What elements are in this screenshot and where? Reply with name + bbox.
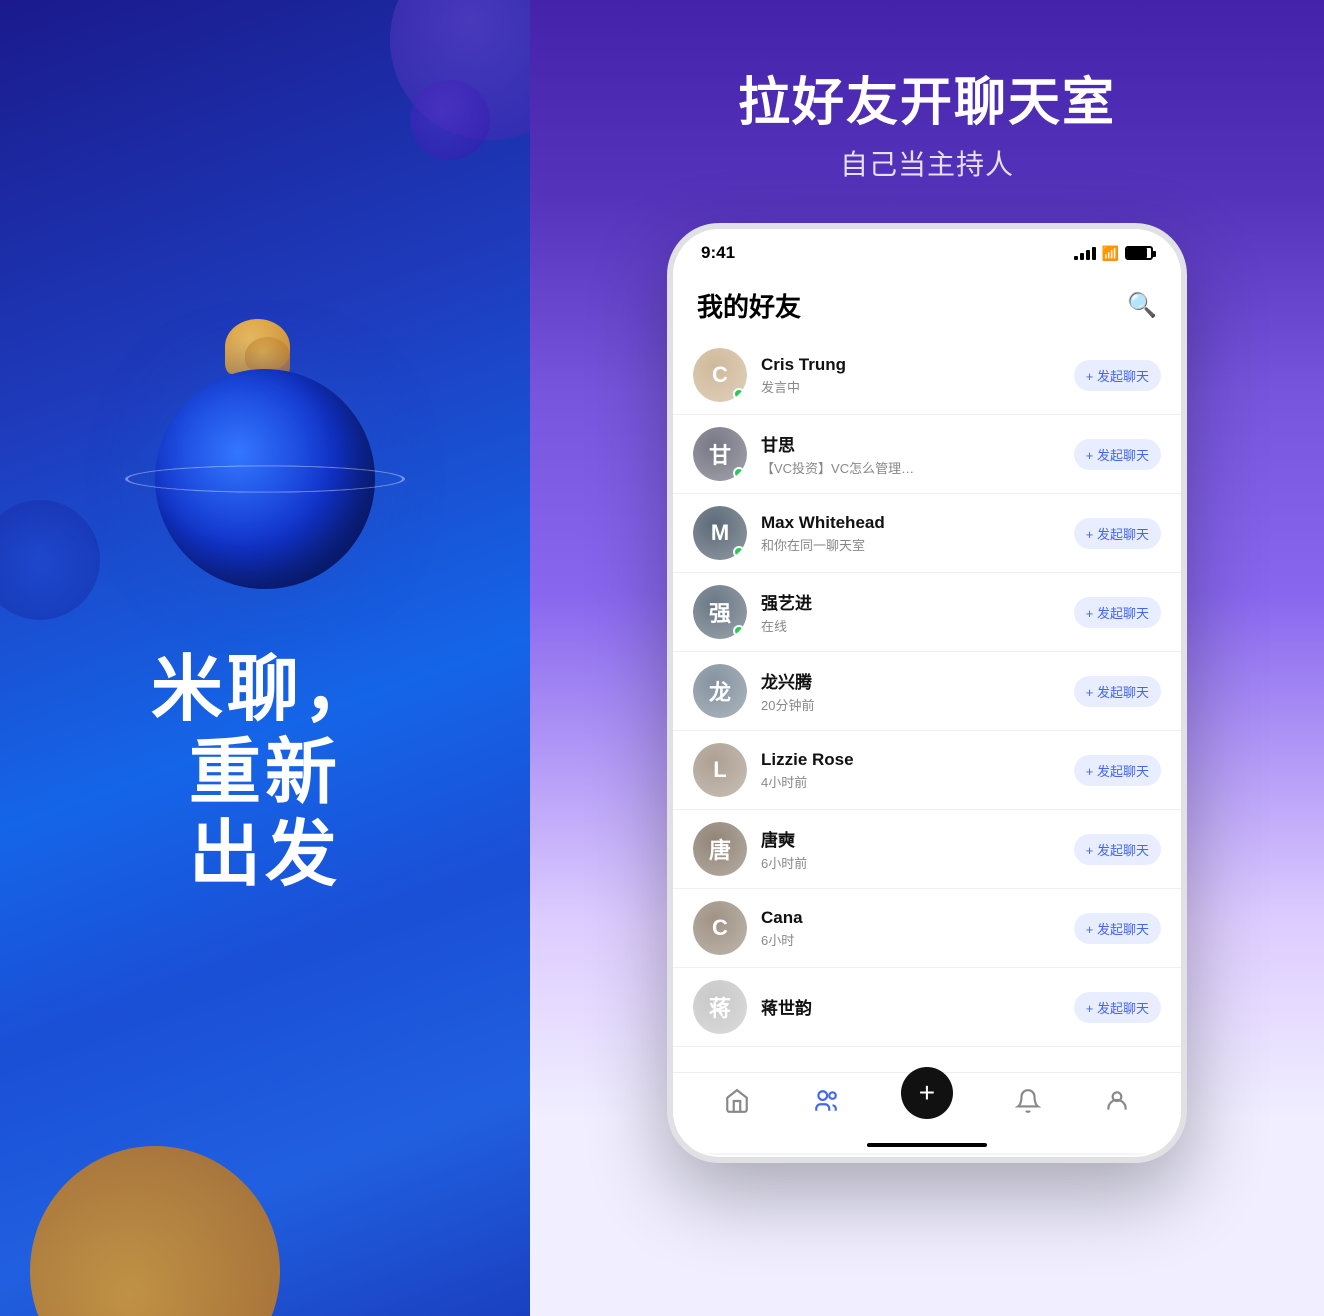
friend-name: Lizzie Rose bbox=[761, 750, 1060, 770]
friend-info: 蒋世韵 bbox=[761, 994, 1060, 1021]
phone-mockup: 9:41 📶 我的好友 🔍 bbox=[667, 223, 1187, 1163]
wifi-icon: 📶 bbox=[1102, 245, 1119, 262]
online-indicator bbox=[733, 625, 745, 637]
friend-avatar: L bbox=[693, 743, 747, 797]
start-chat-button[interactable]: + 发起聊天 bbox=[1074, 439, 1161, 470]
friend-item[interactable]: 蒋蒋世韵 + 发起聊天 bbox=[673, 968, 1181, 1047]
friend-status: 在线 bbox=[761, 616, 1060, 635]
friend-status: 【VC投资】VC怎么管理… bbox=[761, 458, 1060, 477]
nav-plus-button[interactable]: + bbox=[901, 1067, 953, 1119]
friend-name: 强艺进 bbox=[761, 589, 1060, 614]
friend-item[interactable]: C Cris Trung 发言中 + 发起聊天 bbox=[673, 336, 1181, 415]
nav-home[interactable] bbox=[724, 1088, 750, 1114]
friend-name: Max Whitehead bbox=[761, 513, 1060, 533]
search-button[interactable]: 🔍 bbox=[1127, 291, 1157, 320]
status-time: 9:41 bbox=[701, 243, 735, 263]
home-indicator bbox=[867, 1143, 987, 1147]
online-indicator bbox=[733, 388, 745, 400]
friend-item[interactable]: 唐唐奭 6小时前 + 发起聊天 bbox=[673, 810, 1181, 889]
right-header: 拉好友开聊天室 自己当主持人 bbox=[718, 0, 1136, 203]
friend-avatar: M bbox=[693, 506, 747, 560]
friend-item[interactable]: C Cana 6小时 + 发起聊天 bbox=[673, 889, 1181, 968]
online-indicator bbox=[733, 546, 745, 558]
friend-item[interactable]: 强强艺进在线 + 发起聊天 bbox=[673, 573, 1181, 652]
phone-content: 我的好友 🔍 CCris Trung发言中+ 发起聊天甘甘思【VC投资】VC怎么… bbox=[673, 271, 1181, 1153]
friend-name: 龙兴腾 bbox=[761, 668, 1060, 693]
battery-icon bbox=[1125, 246, 1153, 260]
signal-icon bbox=[1074, 246, 1096, 260]
left-panel: 米聊， 重新 出发 bbox=[0, 0, 530, 1316]
start-chat-button[interactable]: + 发起聊天 bbox=[1074, 913, 1161, 944]
decoration-bubble-small bbox=[410, 80, 490, 160]
start-chat-button[interactable]: + 发起聊天 bbox=[1074, 518, 1161, 549]
start-chat-button[interactable]: + 发起聊天 bbox=[1074, 834, 1161, 865]
nav-friends[interactable] bbox=[813, 1088, 839, 1114]
start-chat-button[interactable]: + 发起聊天 bbox=[1074, 755, 1161, 786]
right-title: 拉好友开聊天室 bbox=[738, 60, 1116, 135]
friend-avatar: 龙 bbox=[693, 664, 747, 718]
friends-page-title: 我的好友 bbox=[697, 287, 801, 324]
friend-avatar: 唐 bbox=[693, 822, 747, 876]
friend-item[interactable]: L Lizzie Rose 4小时前 + 发起聊天 bbox=[673, 731, 1181, 810]
friend-item[interactable]: 龙龙兴腾 20分钟前 + 发起聊天 bbox=[673, 652, 1181, 731]
friend-status: 6小时 bbox=[761, 930, 1060, 949]
friends-list: CCris Trung发言中+ 发起聊天甘甘思【VC投资】VC怎么管理…+ 发起… bbox=[673, 336, 1181, 1072]
friend-info: 唐奭 6小时前 bbox=[761, 826, 1060, 872]
friend-status: 和你在同一聊天室 bbox=[761, 535, 1060, 554]
friend-item[interactable]: M Max Whitehead 和你在同一聊天室 + 发起聊天 bbox=[673, 494, 1181, 573]
start-chat-button[interactable]: + 发起聊天 bbox=[1074, 360, 1161, 391]
friend-item[interactable]: 甘甘思【VC投资】VC怎么管理… + 发起聊天 bbox=[673, 415, 1181, 494]
friend-status: 6小时前 bbox=[761, 853, 1060, 872]
friend-info: 龙兴腾 20分钟前 bbox=[761, 668, 1060, 714]
friend-name: 唐奭 bbox=[761, 826, 1060, 851]
planet-illustration bbox=[125, 339, 405, 619]
decoration-bubble-mid bbox=[0, 500, 100, 620]
right-panel: 拉好友开聊天室 自己当主持人 9:41 📶 我的好友 bbox=[530, 0, 1324, 1316]
friend-name: Cana bbox=[761, 908, 1060, 928]
friend-status: 发言中 bbox=[761, 377, 1060, 396]
friend-info: Cana 6小时 bbox=[761, 908, 1060, 949]
planet bbox=[155, 369, 375, 589]
start-chat-button[interactable]: + 发起聊天 bbox=[1074, 676, 1161, 707]
status-icons: 📶 bbox=[1074, 245, 1153, 262]
friend-name: Cris Trung bbox=[761, 355, 1060, 375]
friend-avatar: 强 bbox=[693, 585, 747, 639]
nav-profile[interactable] bbox=[1104, 1088, 1130, 1114]
start-chat-button[interactable]: + 发起聊天 bbox=[1074, 992, 1161, 1023]
status-bar: 9:41 📶 bbox=[673, 229, 1181, 271]
friend-avatar: C bbox=[693, 348, 747, 402]
friend-info: 甘思【VC投资】VC怎么管理… bbox=[761, 431, 1060, 477]
friend-avatar: C bbox=[693, 901, 747, 955]
friend-status: 4小时前 bbox=[761, 772, 1060, 791]
friend-info: Cris Trung 发言中 bbox=[761, 355, 1060, 396]
bottom-nav: + bbox=[673, 1072, 1181, 1143]
right-subtitle: 自己当主持人 bbox=[738, 143, 1116, 183]
decoration-bubble-bottom bbox=[30, 1146, 280, 1316]
friend-info: 强艺进在线 bbox=[761, 589, 1060, 635]
nav-bell[interactable] bbox=[1015, 1088, 1041, 1114]
friend-info: Max Whitehead 和你在同一聊天室 bbox=[761, 513, 1060, 554]
phone-header: 我的好友 🔍 bbox=[673, 271, 1181, 336]
friend-name: 蒋世韵 bbox=[761, 994, 1060, 1019]
start-chat-button[interactable]: + 发起聊天 bbox=[1074, 597, 1161, 628]
friend-avatar: 蒋 bbox=[693, 980, 747, 1034]
friend-status: 20分钟前 bbox=[761, 695, 1060, 714]
friend-name: 甘思 bbox=[761, 431, 1060, 456]
friend-avatar: 甘 bbox=[693, 427, 747, 481]
friend-info: Lizzie Rose 4小时前 bbox=[761, 750, 1060, 791]
app-slogan: 米聊， 重新 出发 bbox=[151, 649, 379, 897]
online-indicator bbox=[733, 467, 745, 479]
